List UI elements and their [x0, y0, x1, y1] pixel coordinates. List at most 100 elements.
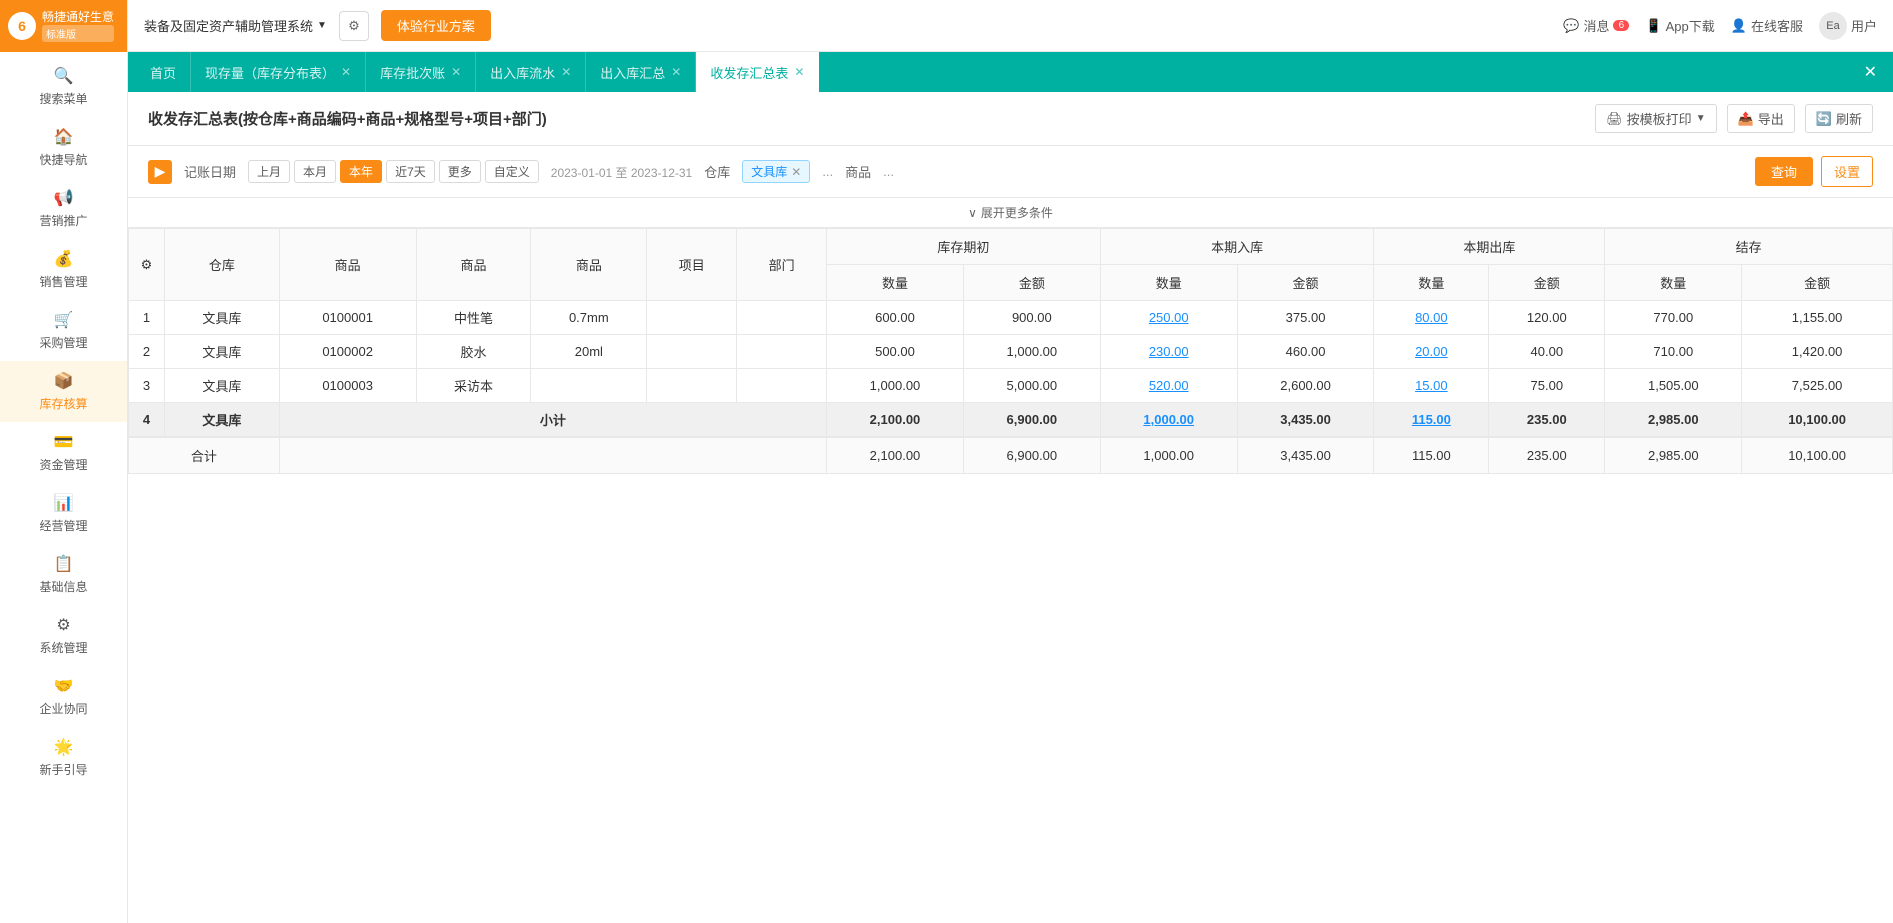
- warehouse-tag-close[interactable]: ✕: [791, 165, 801, 179]
- date-btn-7days[interactable]: 近7天: [386, 160, 435, 183]
- sidebar-item-guide[interactable]: 🌟 新手引导: [0, 727, 127, 788]
- filter-expand-toggle[interactable]: ▶: [148, 160, 172, 184]
- settings-button[interactable]: ⚙: [339, 11, 369, 41]
- cell-warehouse: 文具库: [165, 301, 280, 335]
- sales-icon: 💰: [54, 249, 74, 269]
- cell-in-qty[interactable]: 230.00: [1100, 335, 1237, 369]
- cell-subtotal-in-amount: 3,435.00: [1237, 403, 1374, 438]
- marketing-icon: 📢: [54, 188, 74, 208]
- refresh-label: 刷新: [1836, 109, 1862, 128]
- app-download-button[interactable]: 📱 App下载: [1645, 16, 1714, 35]
- page-header: 收发存汇总表(按仓库+商品编码+商品+规格型号+项目+部门) 🖨 按模板打印 ▼…: [128, 92, 1893, 146]
- refresh-icon: 🔄: [1816, 111, 1832, 127]
- cell-out-qty[interactable]: 15.00: [1374, 369, 1489, 403]
- tab-inout-summary[interactable]: 出入库汇总 ✕: [586, 52, 696, 92]
- table-row: 2 文具库 0100002 胶水 20ml 500.00 1,000.00 23…: [129, 335, 1893, 369]
- goods-more[interactable]: ...: [883, 164, 894, 179]
- user-button[interactable]: Ea 用户: [1819, 12, 1877, 40]
- messages-button[interactable]: 💬 消息 6: [1563, 16, 1629, 35]
- sidebar-item-label: 经营管理: [39, 517, 87, 534]
- cell-goods-spec: 20ml: [531, 335, 647, 369]
- sidebar-item-collab[interactable]: 🤝 企业协同: [0, 666, 127, 727]
- date-btn-custom[interactable]: 自定义: [485, 160, 539, 183]
- cell-total-out-amount: 235.00: [1489, 437, 1605, 474]
- cell-seq: 3: [129, 369, 165, 403]
- th-goods-code: 商品: [279, 229, 416, 301]
- print-button[interactable]: 🖨 按模板打印 ▼: [1595, 104, 1716, 133]
- tab-inventory-dist-close[interactable]: ✕: [341, 65, 351, 79]
- cell-goods-code: 0100003: [279, 369, 416, 403]
- page-title: 收发存汇总表(按仓库+商品编码+商品+规格型号+项目+部门): [148, 108, 547, 129]
- sidebar-item-basic-info[interactable]: 📋 基础信息: [0, 544, 127, 605]
- column-settings-icon: ⚙: [141, 257, 153, 272]
- cell-in-qty[interactable]: 520.00: [1100, 369, 1237, 403]
- cell-project: [647, 335, 737, 369]
- cell-project: [647, 301, 737, 335]
- th-settings[interactable]: ⚙: [129, 229, 165, 301]
- tab-bar-close-button[interactable]: ✕: [1856, 62, 1885, 82]
- tab-recv-send-summary-close[interactable]: ✕: [794, 65, 804, 79]
- refresh-button[interactable]: 🔄 刷新: [1805, 104, 1873, 133]
- tab-batch-account[interactable]: 库存批次账 ✕: [366, 52, 476, 92]
- tab-bar: 首页 现存量（库存分布表） ✕ 库存批次账 ✕ 出入库流水 ✕ 出入库汇总 ✕ …: [128, 52, 1893, 92]
- cell-department: [737, 369, 827, 403]
- cell-subtotal-out-qty[interactable]: 115.00: [1374, 403, 1489, 438]
- tab-inout-summary-close[interactable]: ✕: [671, 65, 681, 79]
- sidebar-item-inventory[interactable]: 📦 库存核算: [0, 361, 127, 422]
- sidebar-item-operations[interactable]: 📊 经营管理: [0, 483, 127, 544]
- logo-text: 畅捷通好生意: [42, 10, 114, 26]
- tab-inventory-dist[interactable]: 现存量（库存分布表） ✕: [191, 52, 366, 92]
- sidebar-item-search[interactable]: 🔍 搜索菜单: [0, 56, 127, 117]
- cell-opening-qty: 600.00: [827, 301, 964, 335]
- gear-icon: ⚙: [348, 18, 360, 34]
- online-support-button[interactable]: 👤 在线客服: [1731, 16, 1803, 35]
- cell-seq: 2: [129, 335, 165, 369]
- cta-button[interactable]: 体验行业方案: [381, 10, 491, 41]
- warehouse-more[interactable]: ...: [822, 164, 833, 179]
- tab-recv-send-summary[interactable]: 收发存汇总表 ✕: [696, 52, 819, 92]
- guide-icon: 🌟: [54, 737, 74, 757]
- date-btn-last-month[interactable]: 上月: [248, 160, 290, 183]
- date-btn-this-year[interactable]: 本年: [340, 160, 382, 183]
- expand-conditions-button[interactable]: ∨ 展开更多条件: [968, 204, 1053, 221]
- sidebar-item-sales[interactable]: 💰 销售管理: [0, 239, 127, 300]
- date-range-text: 2023-01-01 至 2023-12-31: [551, 164, 692, 181]
- tab-batch-account-close[interactable]: ✕: [451, 65, 461, 79]
- cell-closing-amount: 1,420.00: [1742, 335, 1893, 369]
- sidebar-item-system[interactable]: ⚙ 系统管理: [0, 605, 127, 666]
- export-button[interactable]: 📤 导出: [1727, 104, 1795, 133]
- cell-out-qty[interactable]: 20.00: [1374, 335, 1489, 369]
- system-title-dropdown[interactable]: 装备及固定资产辅助管理系统 ▼: [144, 16, 327, 35]
- date-btn-more[interactable]: 更多: [439, 160, 481, 183]
- cell-warehouse: 文具库: [165, 335, 280, 369]
- topbar-left: 装备及固定资产辅助管理系统 ▼ ⚙ 体验行业方案: [144, 10, 491, 41]
- cell-opening-amount: 900.00: [963, 301, 1100, 335]
- date-btn-this-month[interactable]: 本月: [294, 160, 336, 183]
- cell-out-qty[interactable]: 80.00: [1374, 301, 1489, 335]
- cell-goods-name: 胶水: [416, 335, 531, 369]
- sidebar-item-finance[interactable]: 💳 资金管理: [0, 422, 127, 483]
- phone-icon: 📱: [1645, 18, 1661, 34]
- search-icon: 🔍: [54, 66, 74, 86]
- sidebar-item-marketing[interactable]: 📢 营销推广: [0, 178, 127, 239]
- tab-home[interactable]: 首页: [136, 52, 191, 92]
- export-icon: 📤: [1738, 111, 1754, 127]
- cell-out-amount: 120.00: [1489, 301, 1605, 335]
- tab-inout-flow-close[interactable]: ✕: [561, 65, 571, 79]
- sidebar-item-quick-nav[interactable]: 🏠 快捷导航: [0, 117, 127, 178]
- cell-subtotal-warehouse: 文具库: [165, 403, 280, 438]
- date-label: 记账日期: [184, 162, 236, 181]
- cell-in-qty[interactable]: 250.00: [1100, 301, 1237, 335]
- cell-goods-name: 采访本: [416, 369, 531, 403]
- tab-inout-flow[interactable]: 出入库流水 ✕: [476, 52, 586, 92]
- th-in-group: 本期入库: [1100, 229, 1374, 265]
- cell-subtotal-closing-amount: 10,100.00: [1742, 403, 1893, 438]
- th-goods-name: 商品: [416, 229, 531, 301]
- filter-settings-button[interactable]: 设置: [1821, 156, 1873, 187]
- content-area: 收发存汇总表(按仓库+商品编码+商品+规格型号+项目+部门) 🖨 按模板打印 ▼…: [128, 92, 1893, 923]
- cell-subtotal-in-qty[interactable]: 1,000.00: [1100, 403, 1237, 438]
- sidebar-item-purchase[interactable]: 🛒 采购管理: [0, 300, 127, 361]
- query-button[interactable]: 查询: [1755, 157, 1813, 186]
- th-opening-group: 库存期初: [827, 229, 1101, 265]
- th-out-amount: 金额: [1489, 265, 1605, 301]
